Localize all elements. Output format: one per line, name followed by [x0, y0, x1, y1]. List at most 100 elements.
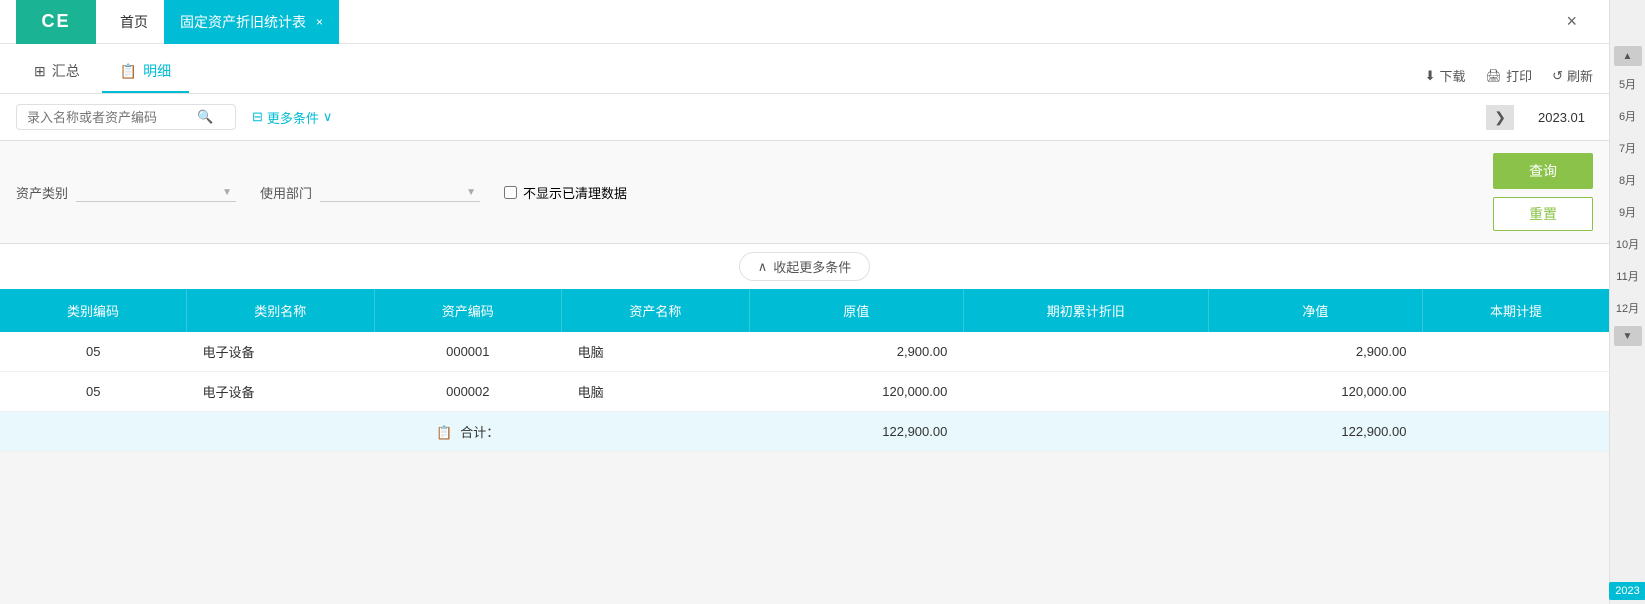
table-header-row: 类别编码 类别名称 资产编码 资产名称 原值 期初累计折旧 净值 本期计提 [0, 289, 1609, 332]
top-nav: CE 首页 固定资产折旧统计表 × × [0, 0, 1609, 44]
collapse-row: ∧ 收起更多条件 [0, 244, 1609, 289]
print-btn[interactable]: 🖨 打印 [1486, 66, 1533, 85]
cell-original-1: 2,900.00 [749, 332, 963, 372]
date-prev-btn[interactable]: ❯ [1486, 105, 1514, 130]
summary-icon: ⊞ [34, 63, 46, 80]
table-total-row: 📋 合计： 122,900.00 122,900.00 [0, 412, 1609, 452]
nav-tab-close-btn[interactable]: × [316, 15, 323, 29]
main-content: CE 首页 固定资产折旧统计表 × × ⊞ 汇总 📋 明细 ⬇ 下载 [0, 0, 1609, 452]
cell-code-2: 05 [0, 372, 186, 412]
cell-code-1: 05 [0, 332, 186, 372]
refresh-icon: ↺ [1552, 68, 1563, 84]
filter-icon: ⊟ [252, 109, 263, 125]
cell-curr-dep-1 [1422, 332, 1609, 372]
sub-tabs-bar: ⊞ 汇总 📋 明细 ⬇ 下载 🖨 打印 ↺ 刷新 [0, 44, 1609, 94]
month-7[interactable]: 7月 [1610, 132, 1645, 164]
cell-asset-name-1: 电脑 [562, 332, 750, 372]
filter-area: 资产类别 ▼ 使用部门 ▼ 不显示已清 [0, 141, 1609, 244]
total-icon: 📋 [436, 425, 452, 440]
total-label-cell: 📋 合计： [186, 412, 749, 452]
asset-type-select-wrap: ▼ [76, 182, 236, 202]
nav-tab-fixed-assets[interactable]: 固定资产折旧统计表 × [164, 0, 339, 44]
nav-home[interactable]: 首页 [104, 0, 164, 44]
cell-asset-code-1: 000001 [374, 332, 562, 372]
cell-curr-dep-2 [1422, 372, 1609, 412]
department-label: 使用部门 [260, 183, 312, 202]
exclude-cleared-item: 不显示已清理数据 [504, 183, 627, 202]
month-5[interactable]: 5月 [1610, 68, 1645, 100]
col-asset-name: 资产名称 [562, 289, 750, 332]
data-table: 类别编码 类别名称 资产编码 资产名称 原值 期初累计折旧 净值 本期计提 05… [0, 289, 1609, 452]
exclude-cleared-checkbox[interactable] [504, 186, 517, 199]
search-wrap: 🔍 [16, 104, 236, 130]
year-badge[interactable]: 2023 [1609, 582, 1645, 600]
col-original-value: 原值 [749, 289, 963, 332]
tab-detail[interactable]: 📋 明细 [102, 51, 189, 93]
col-current-dep: 本期计提 [1422, 289, 1609, 332]
download-btn[interactable]: ⬇ 下载 [1425, 66, 1466, 85]
month-11[interactable]: 11月 [1610, 260, 1645, 292]
cell-original-2: 120,000.00 [749, 372, 963, 412]
app-logo: CE [16, 0, 96, 44]
tab-summary[interactable]: ⊞ 汇总 [16, 51, 98, 93]
right-sidebar: ▲ // Populate months dynamically after D… [1609, 0, 1645, 604]
cell-accum-1 [963, 332, 1208, 372]
cell-net-1: 2,900.00 [1208, 332, 1422, 372]
total-accum [963, 412, 1208, 452]
col-accum-dep: 期初累计折旧 [963, 289, 1208, 332]
filter-actions: 查询 重置 [1493, 153, 1593, 231]
month-6[interactable]: 6月 [1610, 100, 1645, 132]
department-select-wrap: ▼ [320, 182, 480, 202]
asset-type-filter: 资产类别 ▼ [16, 182, 236, 202]
total-empty-1 [0, 412, 186, 452]
tab-summary-label: 汇总 [52, 61, 80, 81]
total-curr-dep [1422, 412, 1609, 452]
month-12[interactable]: 12月 [1610, 292, 1645, 324]
exclude-cleared-label: 不显示已清理数据 [523, 183, 627, 202]
month-10[interactable]: 10月 [1610, 228, 1645, 260]
asset-type-label: 资产类别 [16, 183, 68, 202]
detail-icon: 📋 [120, 63, 137, 80]
asset-type-select[interactable] [76, 182, 236, 202]
chevron-down-icon: ∨ [323, 109, 333, 125]
cell-net-2: 120,000.00 [1208, 372, 1422, 412]
department-filter: 使用部门 ▼ [260, 182, 480, 202]
date-display: 2023.01 [1530, 110, 1593, 125]
tab-detail-label: 明细 [143, 61, 171, 81]
table-row: 05 电子设备 000001 电脑 2,900.00 2,900.00 [0, 332, 1609, 372]
search-icon[interactable]: 🔍 [197, 109, 213, 125]
col-category-code: 类别编码 [0, 289, 186, 332]
toolbar-actions: ⬇ 下载 🖨 打印 ↺ 刷新 [1425, 66, 1593, 93]
department-select[interactable] [320, 182, 480, 202]
scroll-up-btn[interactable]: ▲ [1614, 46, 1642, 66]
col-category-name: 类别名称 [186, 289, 374, 332]
sub-tabs-left: ⊞ 汇总 📋 明细 [16, 51, 189, 93]
total-net: 122,900.00 [1208, 412, 1422, 452]
search-bar: 🔍 ⊟ 更多条件 ∨ ❯ 2023.01 [0, 94, 1609, 141]
print-icon: 🖨 [1486, 68, 1503, 84]
cell-asset-name-2: 电脑 [562, 372, 750, 412]
col-net-value: 净值 [1208, 289, 1422, 332]
cell-asset-code-2: 000002 [374, 372, 562, 412]
col-asset-code: 资产编码 [374, 289, 562, 332]
reset-button[interactable]: 重置 [1493, 197, 1593, 231]
window-close-btn[interactable]: × [1550, 11, 1593, 32]
cell-category-1: 电子设备 [186, 332, 374, 372]
filter-row: 资产类别 ▼ 使用部门 ▼ 不显示已清 [16, 153, 1593, 231]
chevron-up-icon: ∧ [758, 259, 768, 275]
query-button[interactable]: 查询 [1493, 153, 1593, 189]
month-9[interactable]: 9月 [1610, 196, 1645, 228]
scroll-down-btn[interactable]: ▼ [1614, 326, 1642, 346]
cell-category-2: 电子设备 [186, 372, 374, 412]
download-icon: ⬇ [1425, 68, 1436, 84]
table-row: 05 电子设备 000002 电脑 120,000.00 120,000.00 [0, 372, 1609, 412]
nav-tab-label: 固定资产折旧统计表 [180, 12, 306, 32]
more-conditions-btn[interactable]: ⊟ 更多条件 ∨ [252, 108, 332, 127]
month-8[interactable]: 8月 [1610, 164, 1645, 196]
cell-accum-2 [963, 372, 1208, 412]
collapse-conditions-btn[interactable]: ∧ 收起更多条件 [739, 252, 871, 281]
search-input[interactable] [27, 110, 197, 125]
total-original: 122,900.00 [749, 412, 963, 452]
data-table-wrap: 类别编码 类别名称 资产编码 资产名称 原值 期初累计折旧 净值 本期计提 05… [0, 289, 1609, 452]
refresh-btn[interactable]: ↺ 刷新 [1552, 66, 1593, 85]
